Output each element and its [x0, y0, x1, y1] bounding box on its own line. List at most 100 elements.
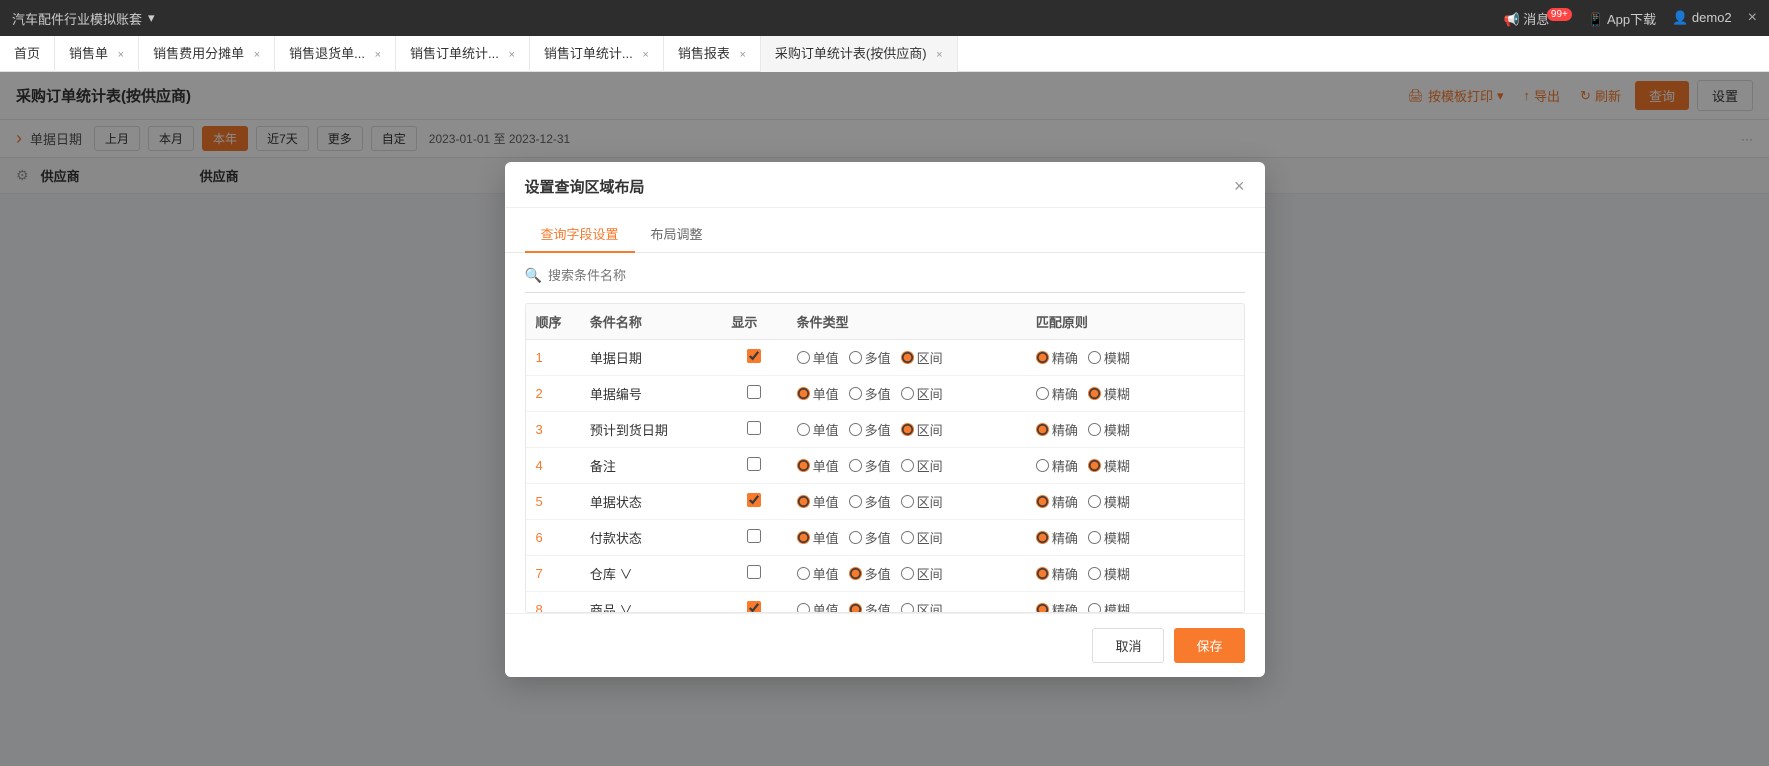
- type-radio-label[interactable]: 单值: [797, 456, 839, 475]
- type-radio[interactable]: [797, 387, 810, 400]
- show-checkbox[interactable]: [747, 565, 761, 579]
- type-radio[interactable]: [901, 387, 914, 400]
- type-radio[interactable]: [901, 423, 914, 436]
- type-radio-label[interactable]: 区间: [901, 420, 943, 439]
- tab-sales-expense[interactable]: 销售费用分摊单 ×: [139, 36, 275, 72]
- type-radio[interactable]: [797, 459, 810, 472]
- type-radio[interactable]: [797, 351, 810, 364]
- match-radio-label[interactable]: 模糊: [1088, 420, 1130, 439]
- match-radio[interactable]: [1088, 603, 1101, 613]
- type-radio[interactable]: [901, 531, 914, 544]
- match-radio[interactable]: [1036, 567, 1049, 580]
- app-dropdown-icon[interactable]: ▾: [148, 10, 155, 26]
- dialog-tab-layout[interactable]: 布局调整: [635, 218, 719, 253]
- type-radio[interactable]: [901, 351, 914, 364]
- type-radio[interactable]: [849, 459, 862, 472]
- type-radio[interactable]: [849, 603, 862, 613]
- match-radio-label[interactable]: 精确: [1036, 456, 1078, 475]
- match-radio-label[interactable]: 精确: [1036, 384, 1078, 403]
- type-radio-label[interactable]: 区间: [901, 600, 943, 613]
- match-radio-label[interactable]: 模糊: [1088, 384, 1130, 403]
- match-radio-label[interactable]: 精确: [1036, 348, 1078, 367]
- match-radio-label[interactable]: 精确: [1036, 420, 1078, 439]
- match-radio[interactable]: [1088, 387, 1101, 400]
- type-radio-label[interactable]: 单值: [797, 528, 839, 547]
- cell-show[interactable]: [721, 339, 786, 375]
- tab-sales-report[interactable]: 销售报表 ×: [664, 36, 761, 72]
- match-radio[interactable]: [1088, 567, 1101, 580]
- notification-btn[interactable]: 📢 消息 99+: [1503, 9, 1571, 28]
- match-radio[interactable]: [1036, 531, 1049, 544]
- match-radio[interactable]: [1036, 459, 1049, 472]
- type-radio-label[interactable]: 多值: [849, 420, 891, 439]
- type-radio-label[interactable]: 区间: [901, 492, 943, 511]
- type-radio[interactable]: [849, 567, 862, 580]
- user-avatar[interactable]: 👤 demo2: [1672, 10, 1732, 26]
- type-radio[interactable]: [901, 459, 914, 472]
- type-radio-label[interactable]: 单值: [797, 348, 839, 367]
- show-checkbox[interactable]: [747, 493, 761, 507]
- type-radio-label[interactable]: 区间: [901, 456, 943, 475]
- type-radio[interactable]: [797, 423, 810, 436]
- type-radio[interactable]: [849, 351, 862, 364]
- match-radio-label[interactable]: 精确: [1036, 600, 1078, 613]
- match-radio-label[interactable]: 精确: [1036, 564, 1078, 583]
- type-radio[interactable]: [797, 495, 810, 508]
- match-radio-label[interactable]: 模糊: [1088, 456, 1130, 475]
- tab-home[interactable]: 首页: [0, 36, 55, 72]
- type-radio[interactable]: [901, 567, 914, 580]
- match-radio[interactable]: [1036, 423, 1049, 436]
- match-radio[interactable]: [1088, 351, 1101, 364]
- match-radio-label[interactable]: 精确: [1036, 492, 1078, 511]
- type-radio[interactable]: [849, 387, 862, 400]
- type-radio-label[interactable]: 多值: [849, 456, 891, 475]
- type-radio[interactable]: [797, 531, 810, 544]
- cell-show[interactable]: [721, 375, 786, 411]
- type-radio-label[interactable]: 多值: [849, 492, 891, 511]
- dialog-tab-fields[interactable]: 查询字段设置: [525, 218, 635, 253]
- show-checkbox[interactable]: [747, 349, 761, 363]
- type-radio-label[interactable]: 单值: [797, 420, 839, 439]
- type-radio-label[interactable]: 单值: [797, 492, 839, 511]
- cell-show[interactable]: [721, 519, 786, 555]
- show-checkbox[interactable]: [747, 529, 761, 543]
- match-radio[interactable]: [1088, 531, 1101, 544]
- type-radio[interactable]: [797, 603, 810, 613]
- cell-show[interactable]: [721, 411, 786, 447]
- tab-purchase-stat[interactable]: 采购订单统计表(按供应商) ×: [761, 36, 958, 72]
- cell-show[interactable]: [721, 555, 786, 591]
- type-radio-label[interactable]: 多值: [849, 600, 891, 613]
- type-radio-label[interactable]: 多值: [849, 564, 891, 583]
- type-radio-label[interactable]: 区间: [901, 564, 943, 583]
- match-radio[interactable]: [1088, 459, 1101, 472]
- cancel-btn[interactable]: 取消: [1092, 628, 1164, 663]
- type-radio-label[interactable]: 多值: [849, 528, 891, 547]
- type-radio-label[interactable]: 单值: [797, 600, 839, 613]
- match-radio[interactable]: [1036, 351, 1049, 364]
- cell-show[interactable]: [721, 483, 786, 519]
- save-btn[interactable]: 保存: [1174, 628, 1244, 663]
- show-checkbox[interactable]: [747, 601, 761, 613]
- type-radio-label[interactable]: 区间: [901, 348, 943, 367]
- dialog-close-btn[interactable]: ×: [1234, 177, 1245, 195]
- type-radio[interactable]: [797, 567, 810, 580]
- cell-show[interactable]: [721, 591, 786, 613]
- search-input[interactable]: [548, 268, 748, 283]
- type-radio-label[interactable]: 多值: [849, 384, 891, 403]
- type-radio[interactable]: [901, 495, 914, 508]
- match-radio-label[interactable]: 模糊: [1088, 564, 1130, 583]
- match-radio[interactable]: [1036, 495, 1049, 508]
- show-checkbox[interactable]: [747, 421, 761, 435]
- type-radio[interactable]: [849, 531, 862, 544]
- type-radio[interactable]: [901, 603, 914, 613]
- match-radio[interactable]: [1088, 423, 1101, 436]
- match-radio-label[interactable]: 模糊: [1088, 600, 1130, 613]
- match-radio[interactable]: [1036, 603, 1049, 613]
- match-radio-label[interactable]: 模糊: [1088, 492, 1130, 511]
- tab-sales-order[interactable]: 销售单 ×: [55, 36, 139, 72]
- type-radio-label[interactable]: 区间: [901, 528, 943, 547]
- type-radio[interactable]: [849, 495, 862, 508]
- type-radio-label[interactable]: 单值: [797, 564, 839, 583]
- app-download-btn[interactable]: 📱 App下载: [1588, 9, 1656, 28]
- type-radio[interactable]: [849, 423, 862, 436]
